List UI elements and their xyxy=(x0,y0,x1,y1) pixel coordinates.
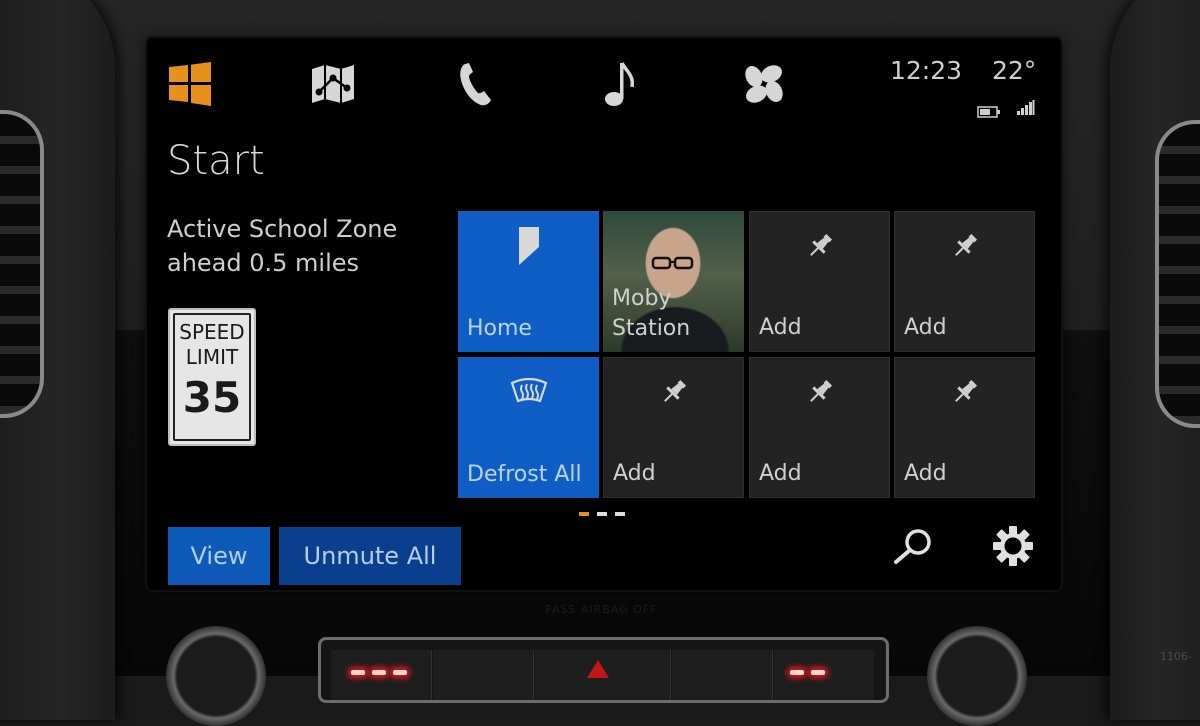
panel-button-2[interactable] xyxy=(433,650,534,700)
nav-music[interactable] xyxy=(595,60,645,108)
page-title: Start xyxy=(167,138,265,184)
tile-add[interactable]: Add xyxy=(603,357,744,498)
battery-icon xyxy=(977,103,1001,122)
indicator-led xyxy=(351,670,407,675)
outside-temperature: 22° xyxy=(992,56,1037,85)
tune-knob[interactable] xyxy=(927,626,1027,726)
page-indicator xyxy=(579,512,625,516)
tile-label: Add xyxy=(904,461,947,486)
phone-icon xyxy=(460,63,491,106)
tile-label: Moby Station xyxy=(612,286,691,341)
unmute-all-button[interactable]: Unmute All xyxy=(279,527,461,585)
search-button[interactable] xyxy=(889,522,937,570)
left-air-vent xyxy=(0,110,44,418)
tile-label: Add xyxy=(759,315,802,340)
pin-icon xyxy=(951,378,979,410)
page-dot-1[interactable] xyxy=(579,512,589,516)
power-volume-knob[interactable] xyxy=(166,626,266,726)
page-dot-3[interactable] xyxy=(615,512,625,516)
pin-icon xyxy=(951,232,979,264)
windows-logo-icon xyxy=(169,62,211,106)
view-button[interactable]: View xyxy=(168,527,270,585)
passenger-airbag-indicator: PASS AIRBAG OFF xyxy=(545,603,658,616)
panel-button-4[interactable] xyxy=(672,650,773,700)
tile-label: Defrost All xyxy=(467,462,582,487)
tile-add[interactable]: Add xyxy=(749,211,890,352)
tile-add[interactable]: Add xyxy=(894,211,1035,352)
watermark-text: 1106- xyxy=(1160,650,1192,663)
music-note-icon xyxy=(605,62,635,106)
speed-limit-value: 35 xyxy=(182,373,242,422)
settings-button[interactable] xyxy=(989,522,1037,570)
tile-label: Add xyxy=(613,461,656,486)
fan-icon xyxy=(745,65,783,103)
speed-sign-speed-text: SPEED xyxy=(179,320,245,344)
tile-home[interactable]: Home xyxy=(458,211,599,352)
hazard-triangle-icon xyxy=(587,660,609,678)
search-icon xyxy=(894,529,931,564)
alert-line-1: Active School Zone xyxy=(167,215,398,243)
clock: 12:23 xyxy=(890,56,963,85)
map-icon xyxy=(312,65,354,103)
nav-start[interactable] xyxy=(165,60,215,108)
tile-label: Add xyxy=(759,461,802,486)
page-dot-2[interactable] xyxy=(597,512,607,516)
indicator-led xyxy=(790,670,825,675)
alert-line-2: ahead 0.5 miles xyxy=(167,249,360,277)
gear-icon xyxy=(993,526,1033,566)
tile-add[interactable]: Add xyxy=(894,357,1035,498)
tile-moby-station[interactable]: Moby Station xyxy=(603,211,744,352)
panel-button-5[interactable] xyxy=(774,650,874,700)
tile-add[interactable]: Add xyxy=(749,357,890,498)
tile-defrost-all[interactable]: Defrost All xyxy=(458,357,599,498)
speed-sign-limit-text: LIMIT xyxy=(185,345,239,369)
tile-label: Add xyxy=(904,315,947,340)
nav-climate[interactable] xyxy=(739,60,789,108)
pin-icon xyxy=(660,378,688,410)
defrost-icon xyxy=(510,377,548,409)
nav-phone[interactable] xyxy=(451,60,501,108)
nav-maps[interactable] xyxy=(308,60,358,108)
pin-icon xyxy=(806,232,834,264)
pin-icon xyxy=(806,378,834,410)
school-zone-alert: Active School Zone ahead 0.5 miles xyxy=(167,212,447,280)
infotainment-screen: 12:23 22° Start Active School Zone ahead… xyxy=(147,38,1061,590)
speed-limit-sign: SPEED LIMIT 35 xyxy=(168,308,256,446)
panel-button-1[interactable] xyxy=(331,650,432,700)
tile-label: Home xyxy=(467,316,532,341)
start-tiles-grid: Home Moby Station Add Add Defrost All Ad… xyxy=(458,211,1038,499)
album-art xyxy=(647,255,699,270)
home-map-icon xyxy=(518,227,540,271)
signal-bars-icon xyxy=(1017,100,1035,119)
right-air-vent xyxy=(1155,120,1200,428)
